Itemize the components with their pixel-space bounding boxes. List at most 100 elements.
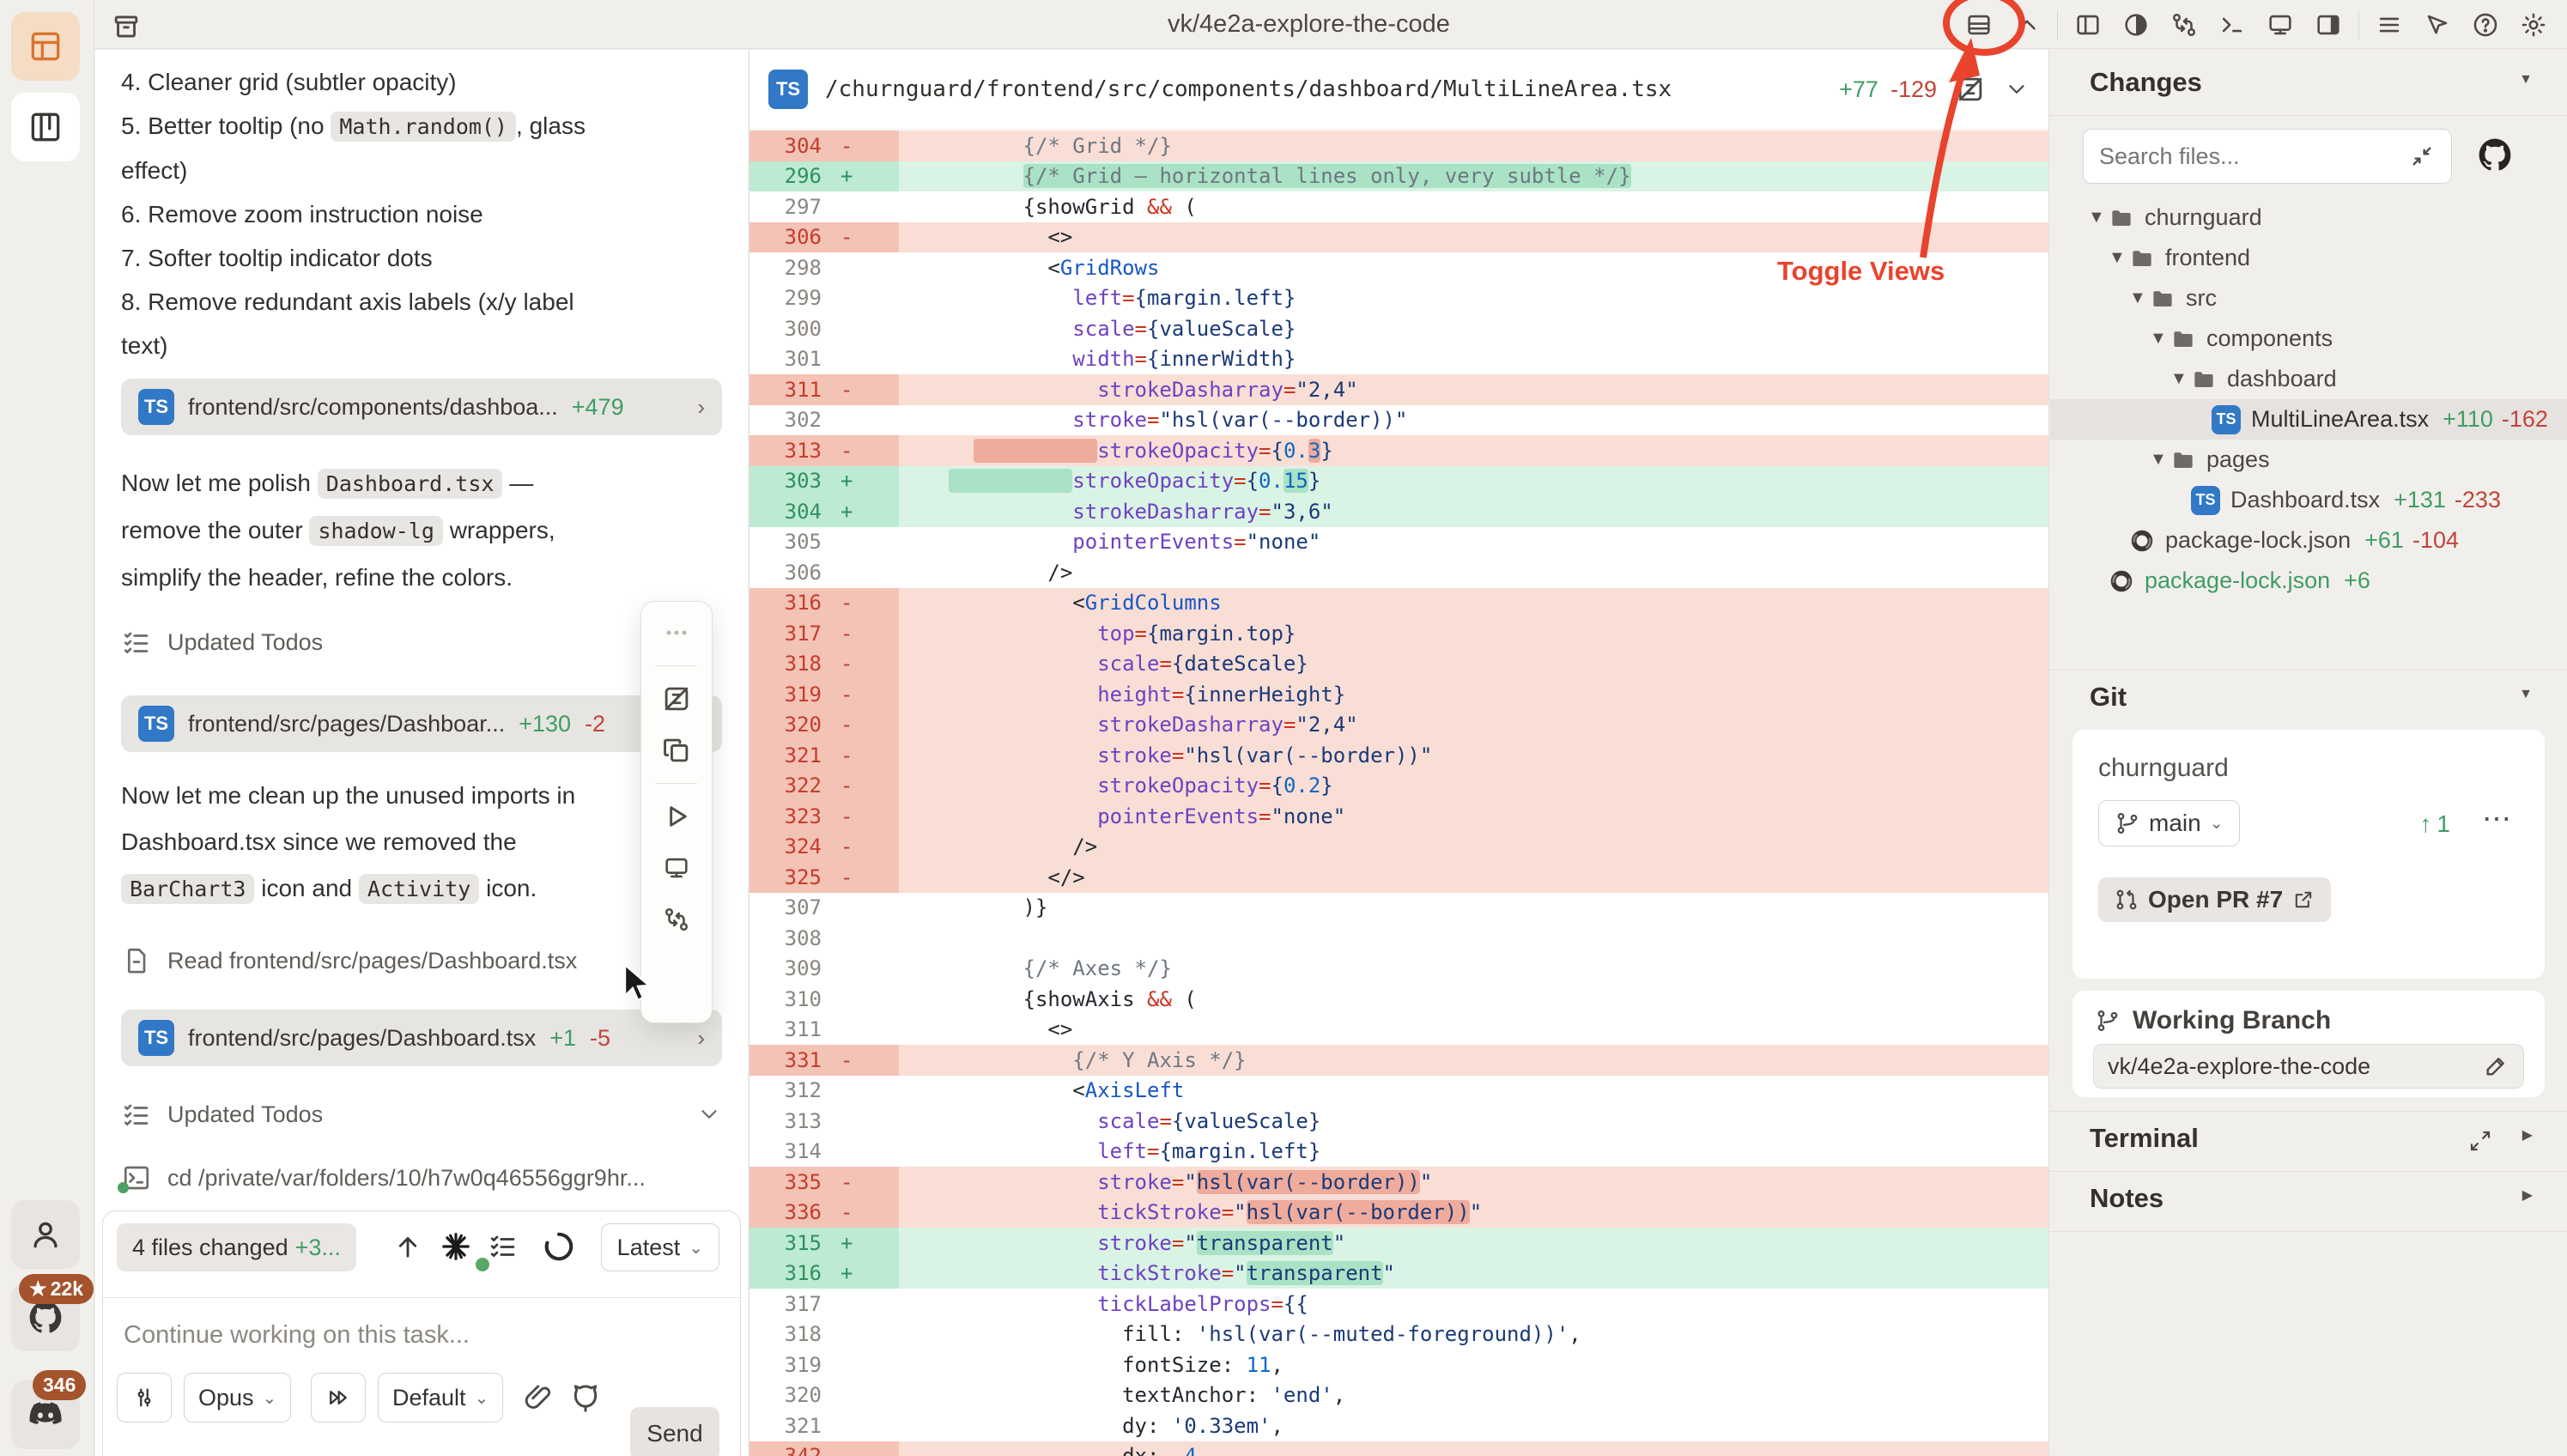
github-icon[interactable] — [2476, 136, 2514, 173]
open-pr-button[interactable]: Open PR #7 — [2098, 877, 2331, 922]
diff-line[interactable]: 304- {/* Grid */} — [749, 130, 2048, 161]
updated-todos-row[interactable]: Updated Todos — [121, 627, 323, 658]
tree-file-Dashboard.tsx[interactable]: TSDashboard.tsx+131-233 — [2050, 480, 2567, 520]
tree-file-package-lock.json[interactable]: package-lock.json+6 — [2050, 561, 2567, 601]
file-change-chip[interactable]: TS frontend/src/pages/Dashboar... +130 -… — [121, 695, 722, 752]
diff-line[interactable]: 319 fontSize: 11, — [749, 1350, 2048, 1380]
diff-line[interactable]: 311- strokeDasharray="2,4" — [749, 374, 2048, 405]
diff-line[interactable]: 318- scale={dateScale} — [749, 649, 2048, 680]
diff-line[interactable]: 320 textAnchor: 'end', — [749, 1380, 2048, 1411]
file-change-chip[interactable]: TS frontend/src/pages/Dashboard.tsx +1 -… — [121, 1010, 722, 1066]
expand-icon[interactable] — [2467, 1128, 2493, 1154]
collapse-icon[interactable] — [2408, 143, 2436, 170]
caret-down-icon[interactable]: ▼ — [2519, 72, 2533, 88]
fast-forward-button[interactable] — [311, 1373, 366, 1423]
caret-down-icon[interactable]: ▼ — [2150, 329, 2170, 349]
tree-file-MultiLineArea.tsx[interactable]: TSMultiLineArea.tsx+110-162 — [2050, 399, 2567, 440]
edit-pencil-icon[interactable] — [2482, 1053, 2509, 1080]
diff-line[interactable]: 321- stroke="hsl(var(--border))" — [749, 740, 2048, 771]
caret-down-icon[interactable]: ▼ — [2129, 288, 2150, 308]
working-branch-field[interactable]: vk/4e2a-explore-the-code — [2093, 1044, 2524, 1089]
caret-right-icon[interactable]: ▶ — [2522, 1186, 2533, 1204]
search-input[interactable] — [2099, 143, 2382, 170]
panel-left-icon[interactable] — [2070, 7, 2106, 43]
tree-folder-pages[interactable]: ▼pages — [2050, 440, 2567, 480]
diff-line[interactable]: 310 {showAxis && ( — [749, 984, 2048, 1015]
gear-icon[interactable] — [2515, 7, 2552, 43]
chevron-up-icon[interactable] — [2009, 7, 2045, 43]
caret-down-icon[interactable]: ▼ — [2519, 687, 2533, 702]
files-changed-chip[interactable]: 4 files changed +3... — [117, 1223, 356, 1271]
diff-line[interactable]: 303+ strokeOpacity={0.15} — [749, 466, 2048, 497]
archive-icon[interactable] — [110, 10, 143, 43]
terminal-command-row[interactable]: cd /private/var/folders/10/h7w0q46556ggr… — [121, 1162, 646, 1193]
tree-folder-frontend[interactable]: ▼frontend — [2050, 238, 2567, 278]
menu-icon[interactable] — [2371, 7, 2407, 43]
diff-z-icon[interactable] — [652, 676, 701, 721]
diff-line[interactable]: 306- <> — [749, 222, 2048, 253]
ellipsis-icon[interactable] — [652, 610, 701, 655]
git-compare-icon[interactable] — [652, 897, 701, 942]
git-compare-icon[interactable] — [2166, 7, 2202, 43]
diff-line[interactable]: 320- strokeDasharray="2,4" — [749, 710, 2048, 741]
diff-line[interactable]: 335- stroke="hsl(var(--border))" — [749, 1167, 2048, 1198]
paperclip-icon[interactable] — [522, 1381, 555, 1414]
diff-line[interactable]: 306 /> — [749, 557, 2048, 588]
branch-dropdown[interactable]: main ⌄ — [2098, 800, 2240, 846]
burst-icon[interactable] — [440, 1230, 472, 1263]
play-icon[interactable] — [652, 794, 701, 839]
diff-line[interactable]: 317- top={margin.top} — [749, 618, 2048, 649]
diff-line[interactable]: 297 {showGrid && ( — [749, 191, 2048, 222]
help-icon[interactable] — [2467, 7, 2503, 43]
checklist-icon[interactable] — [488, 1230, 519, 1261]
diff-line[interactable]: 313 scale={valueScale} — [749, 1106, 2048, 1137]
monitor-icon[interactable] — [2262, 7, 2298, 43]
diff-line[interactable]: 321 dy: '0.33em', — [749, 1410, 2048, 1441]
caret-down-icon[interactable]: ▼ — [2088, 208, 2109, 228]
diff-line[interactable]: 300 scale={valueScale} — [749, 313, 2048, 344]
diff-line[interactable]: 323- pointerEvents="none" — [749, 801, 2048, 832]
diff-line[interactable]: 299 left={margin.left} — [749, 283, 2048, 314]
settings-sliders-button[interactable] — [117, 1373, 172, 1423]
tree-folder-dashboard[interactable]: ▼dashboard — [2050, 359, 2567, 399]
diff-line[interactable]: 317 tickLabelProps={{ — [749, 1289, 2048, 1320]
more-options-icon[interactable]: ⋯ — [2482, 802, 2514, 836]
diff-line[interactable]: 318 fill: 'hsl(var(--muted-foreground))'… — [749, 1320, 2048, 1350]
diff-line[interactable]: 301 width={innerWidth} — [749, 344, 2048, 375]
diff-line[interactable]: 315+ stroke="transparent" — [749, 1228, 2048, 1259]
diff-line[interactable]: 309 {/* Axes */} — [749, 954, 2048, 985]
up-arrow-icon[interactable] — [391, 1230, 424, 1263]
rail-account-button[interactable] — [11, 1200, 80, 1269]
diff-line[interactable]: 304+ strokeDasharray="3,6" — [749, 496, 2048, 527]
version-dropdown[interactable]: Latest ⌄ — [601, 1223, 719, 1271]
mode-dropdown[interactable]: Default ⌄ — [378, 1373, 503, 1423]
model-dropdown[interactable]: Opus ⌄ — [184, 1373, 291, 1423]
diff-line[interactable]: 325- </> — [749, 862, 2048, 893]
monitor-icon[interactable] — [652, 846, 701, 890]
diff-line[interactable]: 319- height={innerHeight} — [749, 679, 2048, 710]
caret-down-icon[interactable]: ▼ — [2150, 450, 2170, 470]
message-input[interactable]: Continue working on this task... — [124, 1321, 470, 1350]
tree-folder-components[interactable]: ▼components — [2050, 318, 2567, 359]
send-button[interactable]: Send — [630, 1407, 719, 1456]
tree-folder-src[interactable]: ▼src — [2050, 278, 2567, 318]
diff-line[interactable]: 307 )} — [749, 893, 2048, 924]
chat-bubble-icon[interactable] — [2118, 7, 2154, 43]
chevron-down-icon[interactable] — [2004, 76, 2030, 102]
diff-line[interactable]: 322- strokeOpacity={0.2} — [749, 771, 2048, 802]
diff-line[interactable]: 336- tickStroke="hsl(var(--border))" — [749, 1198, 2048, 1228]
file-change-chip[interactable]: TS frontend/src/components/dashboa... +4… — [121, 379, 722, 435]
tree-folder-churnguard[interactable]: ▼churnguard — [2050, 197, 2567, 238]
diff-line[interactable]: 324- /> — [749, 832, 2048, 863]
cat-icon[interactable] — [568, 1381, 603, 1416]
caret-right-icon[interactable]: ▶ — [2522, 1126, 2533, 1144]
diff-line[interactable]: 316- <GridColumns — [749, 588, 2048, 619]
diff-line[interactable]: 342- dx: -4, — [749, 1441, 2048, 1456]
diff-line[interactable]: 296+ {/* Grid — horizontal lines only, v… — [749, 161, 2048, 192]
chevron-down-icon[interactable] — [696, 1101, 722, 1127]
diff-line[interactable]: 305 pointerEvents="none" — [749, 527, 2048, 558]
panel-right-icon[interactable] — [2310, 7, 2346, 43]
diff-line[interactable]: 311 <> — [749, 1015, 2048, 1046]
rail-layout-button[interactable] — [11, 12, 80, 81]
rail-kanban-button[interactable] — [11, 93, 80, 161]
